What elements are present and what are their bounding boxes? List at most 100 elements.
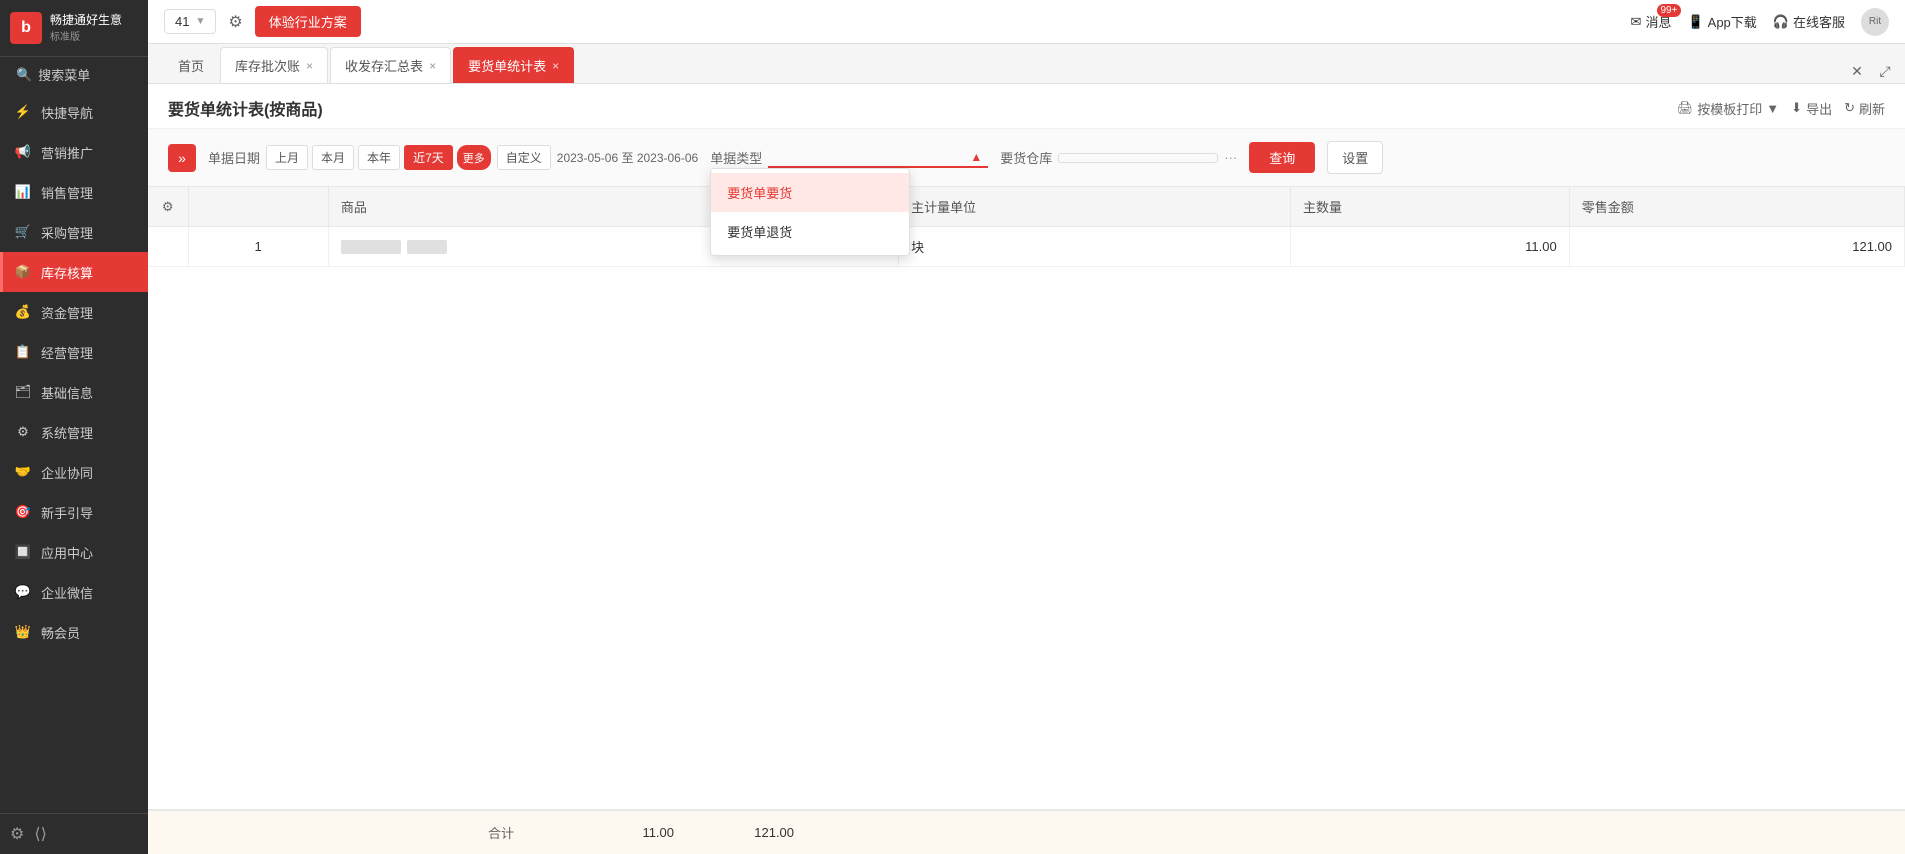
date-this-year-btn[interactable]: 本年 bbox=[358, 145, 400, 170]
tab-home[interactable]: 首页 bbox=[164, 48, 218, 83]
sidebar-item-system[interactable]: ⚙ 系统管理 bbox=[0, 412, 148, 452]
column-settings-icon[interactable]: ⚙ bbox=[160, 199, 176, 215]
sidebar-item-label: 基础信息 bbox=[41, 383, 93, 402]
print-icon: 🖨 bbox=[1677, 100, 1694, 116]
date-last-7days-btn[interactable]: 近7天 bbox=[404, 145, 453, 170]
type-filter-label: 单据类型 bbox=[710, 148, 762, 167]
col-header-unit: 主计量单位 bbox=[899, 187, 1291, 227]
search-icon: 🔍 bbox=[16, 67, 32, 83]
sidebar-item-marketing[interactable]: 📢 营销推广 bbox=[0, 132, 148, 172]
store-selector[interactable]: 41 ▼ bbox=[164, 9, 216, 34]
topbar: 41 ▼ ⚙ 体验行业方案 ✉ 消息 99+ 📱 App下载 🎧 在线客服 bbox=[148, 0, 1905, 44]
sidebar-item-shortcuts[interactable]: ⚡ 快捷导航 bbox=[0, 92, 148, 132]
filter-bar: » 单据日期 上月 本月 本年 近7天 更多 自定义 2023-05-06 至 … bbox=[148, 129, 1905, 187]
refresh-button[interactable]: ↻ 刷新 bbox=[1844, 99, 1885, 118]
sidebar-item-member[interactable]: 👑 畅会员 bbox=[0, 612, 148, 652]
sidebar-item-sales[interactable]: 📊 销售管理 bbox=[0, 172, 148, 212]
footer-qty-col: 11.00 bbox=[534, 825, 674, 840]
warehouse-filter-select[interactable] bbox=[1058, 153, 1218, 163]
footer-amount-col: 121.00 bbox=[674, 825, 794, 840]
sidebar-item-label: 营销推广 bbox=[41, 143, 93, 162]
store-dropdown-arrow: ▼ bbox=[195, 16, 205, 27]
row-no: 1 bbox=[188, 227, 328, 267]
print-button[interactable]: 🖨 按模板打印 ▼ bbox=[1677, 99, 1779, 118]
type-select-arrow-icon[interactable]: ▲ bbox=[970, 150, 982, 164]
purchase-icon: 🛒 bbox=[13, 222, 33, 242]
tab-bar: 首页 库存批次账 × 收发存汇总表 × 要货单统计表 × ✕ ⤢ bbox=[148, 44, 1905, 84]
page-content: 要货单统计表(按商品) 🖨 按模板打印 ▼ ⬇ 导出 ↻ 刷新 bbox=[148, 84, 1905, 854]
date-filter-label: 单据日期 bbox=[208, 148, 260, 167]
message-count: 99+ bbox=[1657, 4, 1682, 17]
dropdown-option-2[interactable]: 要货单退货 bbox=[711, 212, 909, 251]
guide-icon: 🎯 bbox=[13, 502, 33, 522]
refresh-icon: ↻ bbox=[1844, 100, 1855, 116]
collapse-sidebar-icon[interactable]: ⟨⟩ bbox=[34, 824, 46, 844]
warehouse-filter-group: 要货仓库 ··· bbox=[1000, 148, 1237, 167]
filter-settings-button[interactable]: 设置 bbox=[1327, 141, 1383, 174]
filter-more-icon[interactable]: ··· bbox=[1224, 150, 1237, 165]
export-button[interactable]: ⬇ 导出 bbox=[1791, 99, 1832, 118]
sidebar-item-purchase[interactable]: 🛒 采购管理 bbox=[0, 212, 148, 252]
date-last-month-btn[interactable]: 上月 bbox=[266, 145, 308, 170]
trial-button[interactable]: 体验行业方案 bbox=[255, 6, 361, 37]
page-actions: 🖨 按模板打印 ▼ ⬇ 导出 ↻ 刷新 bbox=[1677, 99, 1885, 118]
tab-inventory-batch[interactable]: 库存批次账 × bbox=[220, 47, 328, 83]
sidebar-item-guide[interactable]: 🎯 新手引导 bbox=[0, 492, 148, 532]
system-icon: ⚙ bbox=[13, 422, 33, 442]
query-button[interactable]: 查询 bbox=[1249, 142, 1315, 173]
tab-receipt-summary[interactable]: 收发存汇总表 × bbox=[330, 47, 451, 83]
row-unit: 块 bbox=[899, 227, 1291, 267]
online-service-link[interactable]: 🎧 在线客服 bbox=[1773, 12, 1845, 31]
app-download-link[interactable]: 📱 App下载 bbox=[1687, 12, 1756, 31]
user-avatar[interactable]: Rit bbox=[1861, 8, 1889, 36]
service-icon: 🎧 bbox=[1773, 14, 1789, 30]
warehouse-filter-label: 要货仓库 bbox=[1000, 148, 1052, 167]
tab-order-summary[interactable]: 要货单统计表 × bbox=[453, 47, 574, 83]
tab-receipt-summary-close[interactable]: × bbox=[429, 59, 436, 73]
apps-icon: 🔲 bbox=[13, 542, 33, 562]
footer-qty: 11.00 bbox=[642, 825, 674, 840]
row-settings-cell bbox=[148, 227, 188, 267]
sidebar-item-operations[interactable]: 📋 经营管理 bbox=[0, 332, 148, 372]
sidebar-item-label: 应用中心 bbox=[41, 543, 93, 562]
sidebar-item-inventory[interactable]: 📦 库存核算 bbox=[0, 252, 148, 292]
sidebar-item-enterprise[interactable]: 🤝 企业协同 bbox=[0, 452, 148, 492]
basic-icon: 🗂 bbox=[13, 382, 33, 402]
col-header-no bbox=[188, 187, 328, 227]
message-badge[interactable]: ✉ 消息 99+ bbox=[1631, 12, 1672, 31]
store-name: 41 bbox=[175, 14, 189, 29]
close-tab-btn[interactable]: ✕ bbox=[1845, 59, 1869, 83]
avatar-text: Rit bbox=[1869, 16, 1881, 27]
sidebar-item-finance[interactable]: 💰 资金管理 bbox=[0, 292, 148, 332]
data-table: ⚙ 商品 主计量单位 主数量 零售金额 1 bbox=[148, 187, 1905, 267]
sidebar-item-label: 经营管理 bbox=[41, 343, 93, 362]
type-filter-group: 单据类型 ▲ bbox=[710, 148, 988, 168]
date-this-month-btn[interactable]: 本月 bbox=[312, 145, 354, 170]
tab-home-label: 首页 bbox=[178, 56, 204, 75]
date-more-btn[interactable]: 更多 bbox=[457, 145, 491, 170]
col-header-qty: 主数量 bbox=[1291, 187, 1570, 227]
filter-expand-button[interactable]: » bbox=[168, 144, 196, 172]
search-menu-item[interactable]: 🔍 搜索菜单 bbox=[0, 57, 148, 92]
sidebar-item-wechat[interactable]: 💬 企业微信 bbox=[0, 572, 148, 612]
sidebar-item-label: 资金管理 bbox=[41, 303, 93, 322]
dropdown-option-1[interactable]: 要货单要货 bbox=[711, 173, 909, 212]
sidebar-item-basic[interactable]: 🗂 基础信息 bbox=[0, 372, 148, 412]
sidebar-item-label: 销售管理 bbox=[41, 183, 93, 202]
settings-bottom-icon[interactable]: ⚙ bbox=[10, 824, 24, 844]
sidebar-item-label: 企业协同 bbox=[41, 463, 93, 482]
message-icon: ✉ bbox=[1631, 14, 1642, 30]
app-logo-icon: b bbox=[10, 12, 42, 44]
tab-inventory-batch-close[interactable]: × bbox=[306, 59, 313, 73]
tab-order-summary-label: 要货单统计表 bbox=[468, 56, 546, 75]
date-custom-btn[interactable]: 自定义 bbox=[497, 145, 551, 170]
topbar-settings-icon[interactable]: ⚙ bbox=[228, 12, 242, 32]
brand-name: 畅捷通好生意 bbox=[50, 13, 122, 29]
type-filter-select[interactable]: ▲ bbox=[768, 148, 988, 168]
operations-icon: 📋 bbox=[13, 342, 33, 362]
shortcuts-icon: ⚡ bbox=[13, 102, 33, 122]
sidebar-item-label: 快捷导航 bbox=[41, 103, 93, 122]
tab-order-summary-close[interactable]: × bbox=[552, 59, 559, 73]
expand-tab-btn[interactable]: ⤢ bbox=[1873, 59, 1897, 83]
sidebar-item-apps[interactable]: 🔲 应用中心 bbox=[0, 532, 148, 572]
